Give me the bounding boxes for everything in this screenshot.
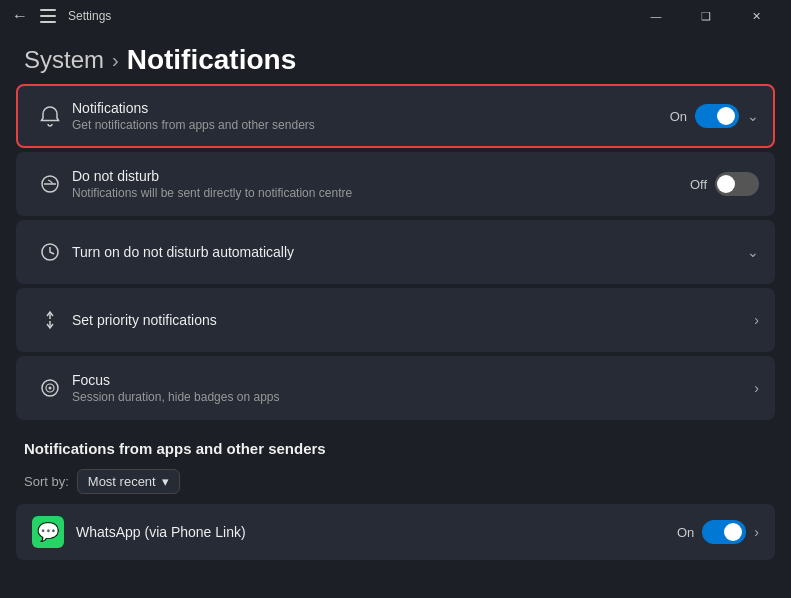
setting-focus[interactable]: Focus Session duration, hide badges on a…	[16, 356, 775, 420]
sort-value: Most recent	[88, 474, 156, 489]
notifications-toggle-track	[695, 104, 739, 128]
focus-arrow-icon[interactable]: ›	[754, 380, 759, 396]
breadcrumb: System › Notifications	[0, 32, 791, 84]
back-button[interactable]: ←	[12, 7, 28, 25]
dnd-toggle[interactable]	[715, 172, 759, 196]
whatsapp-arrow-icon[interactable]: ›	[754, 524, 759, 540]
notifications-toggle-thumb	[717, 107, 735, 125]
settings-list: Notifications Get notifications from app…	[0, 84, 791, 420]
focus-icon	[32, 377, 68, 399]
dnd-toggle-thumb	[717, 175, 735, 193]
dnd-title: Do not disturb	[72, 168, 690, 184]
svg-point-7	[49, 387, 52, 390]
dnd-toggle-track	[715, 172, 759, 196]
setting-priority[interactable]: Set priority notifications ›	[16, 288, 775, 352]
whatsapp-toggle[interactable]	[702, 520, 746, 544]
titlebar-title: Settings	[68, 9, 111, 23]
whatsapp-toggle-label: On	[677, 525, 694, 540]
hamburger-menu[interactable]	[40, 9, 56, 23]
priority-text: Set priority notifications	[72, 312, 754, 328]
auto-dnd-icon	[32, 241, 68, 263]
focus-title: Focus	[72, 372, 754, 388]
notifications-title: Notifications	[72, 100, 670, 116]
sort-select[interactable]: Most recent ▾	[77, 469, 180, 494]
titlebar-left: ← Settings	[12, 7, 111, 25]
notifications-icon	[32, 105, 68, 127]
priority-title: Set priority notifications	[72, 312, 754, 328]
breadcrumb-system[interactable]: System	[24, 46, 104, 74]
breadcrumb-current: Notifications	[127, 44, 297, 76]
notifications-chevron-icon[interactable]: ⌄	[747, 108, 759, 124]
notifications-toggle[interactable]	[695, 104, 739, 128]
minimize-button[interactable]: —	[633, 0, 679, 32]
priority-control: ›	[754, 312, 759, 328]
priority-arrow-icon[interactable]: ›	[754, 312, 759, 328]
whatsapp-icon: 💬	[32, 516, 64, 548]
auto-dnd-chevron-icon[interactable]: ⌄	[747, 244, 759, 260]
maximize-button[interactable]: ❑	[683, 0, 729, 32]
dnd-subtitle: Notifications will be sent directly to n…	[72, 186, 690, 200]
focus-text: Focus Session duration, hide badges on a…	[72, 372, 754, 404]
auto-dnd-control: ⌄	[747, 244, 759, 260]
app-item-whatsapp[interactable]: 💬 WhatsApp (via Phone Link) On ›	[16, 504, 775, 560]
dnd-control: Off	[690, 172, 759, 196]
whatsapp-toggle-track	[702, 520, 746, 544]
notifications-control: On ⌄	[670, 104, 759, 128]
priority-icon	[32, 309, 68, 331]
setting-notifications[interactable]: Notifications Get notifications from app…	[16, 84, 775, 148]
dnd-text: Do not disturb Notifications will be sen…	[72, 168, 690, 200]
focus-subtitle: Session duration, hide badges on apps	[72, 390, 754, 404]
focus-control: ›	[754, 380, 759, 396]
dnd-toggle-label: Off	[690, 177, 707, 192]
sort-row: Sort by: Most recent ▾	[0, 465, 791, 504]
dnd-icon	[32, 173, 68, 195]
sort-chevron-icon: ▾	[162, 474, 169, 489]
auto-dnd-title: Turn on do not disturb automatically	[72, 244, 747, 260]
titlebar-controls: — ❑ ✕	[633, 0, 779, 32]
notifications-text: Notifications Get notifications from app…	[72, 100, 670, 132]
setting-auto-dnd[interactable]: Turn on do not disturb automatically ⌄	[16, 220, 775, 284]
apps-section-header: Notifications from apps and other sender…	[0, 424, 791, 465]
setting-do-not-disturb[interactable]: Do not disturb Notifications will be sen…	[16, 152, 775, 216]
notifications-toggle-label: On	[670, 109, 687, 124]
auto-dnd-text: Turn on do not disturb automatically	[72, 244, 747, 260]
whatsapp-name: WhatsApp (via Phone Link)	[76, 524, 677, 540]
sort-label: Sort by:	[24, 474, 69, 489]
notifications-subtitle: Get notifications from apps and other se…	[72, 118, 670, 132]
whatsapp-toggle-thumb	[724, 523, 742, 541]
titlebar: ← Settings — ❑ ✕	[0, 0, 791, 32]
breadcrumb-separator: ›	[112, 49, 119, 72]
close-button[interactable]: ✕	[733, 0, 779, 32]
whatsapp-control: On ›	[677, 520, 759, 544]
